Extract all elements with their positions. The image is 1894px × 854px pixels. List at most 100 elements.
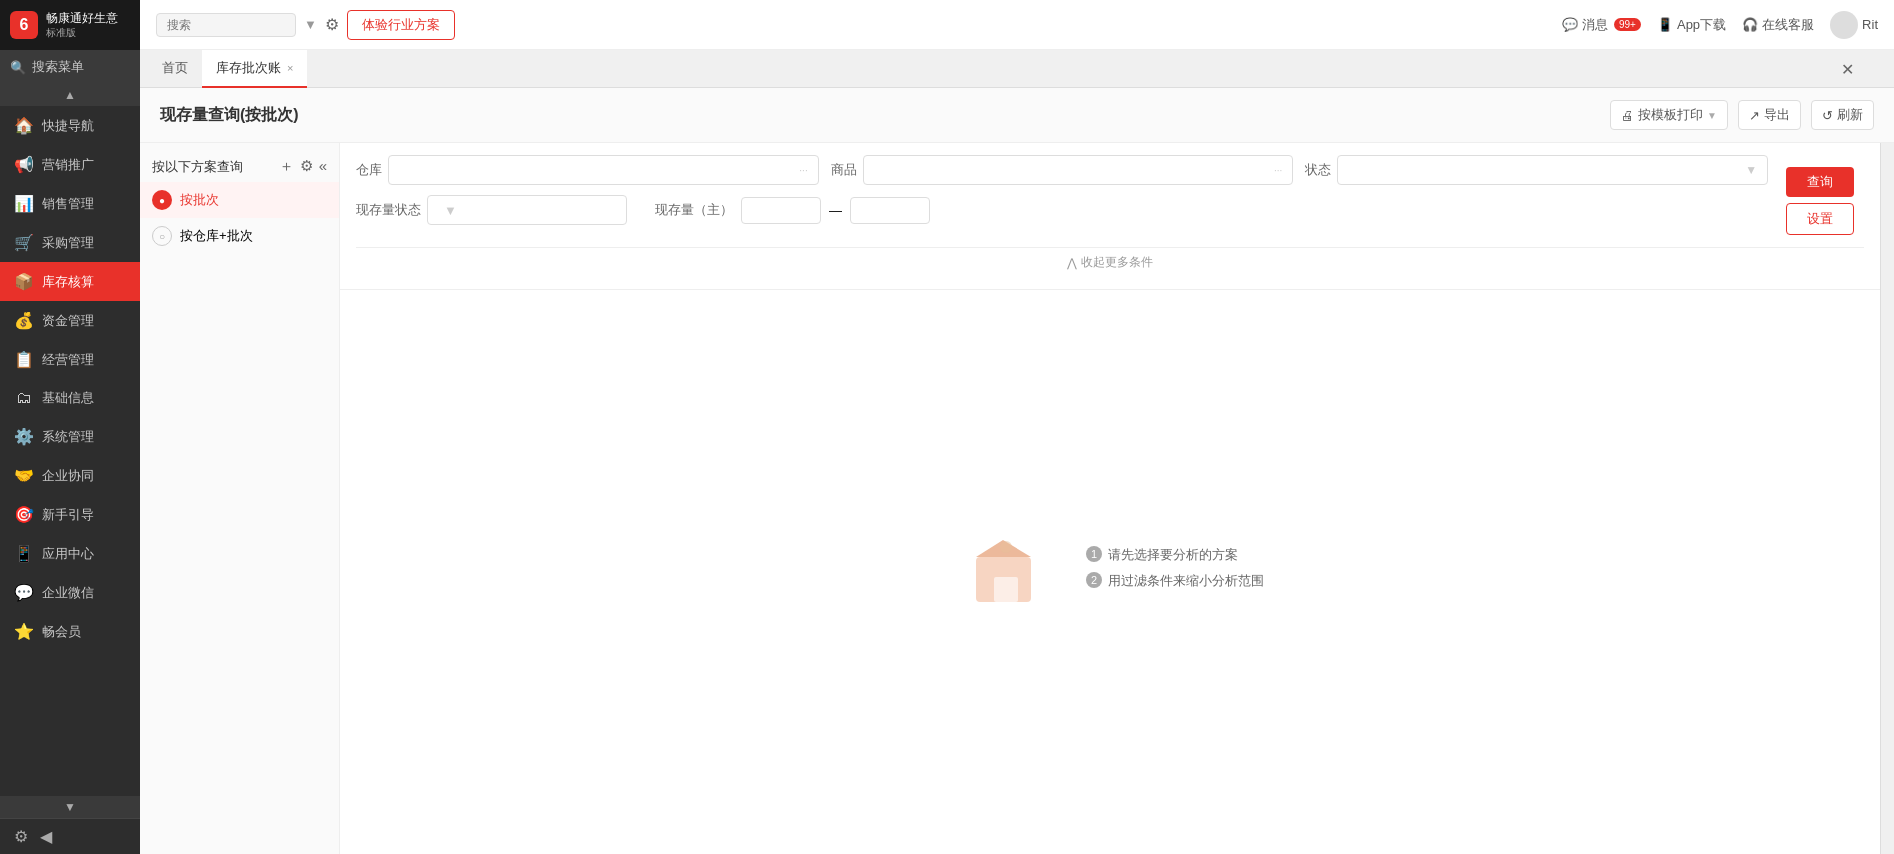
system-icon: ⚙️ <box>14 427 34 446</box>
sidebar-item-newuser[interactable]: 🎯 新手引导 <box>0 495 140 534</box>
tab-close-btn[interactable]: × <box>287 62 293 74</box>
warehouse-label: 仓库 <box>356 161 382 179</box>
user-group[interactable]: Rit <box>1830 11 1878 39</box>
right-scrollbar[interactable] <box>1880 143 1894 854</box>
online-service-group[interactable]: 🎧 在线客服 <box>1742 16 1814 34</box>
status-dropdown-icon[interactable]: ▼ <box>1745 163 1757 177</box>
top-settings-icon[interactable]: ⚙ <box>325 15 339 34</box>
svg-point-3 <box>1000 541 1012 553</box>
export-btn[interactable]: ↗ 导出 <box>1738 100 1801 130</box>
settings-btn[interactable]: 设置 <box>1786 203 1854 235</box>
sidebar-item-sales[interactable]: 📊 销售管理 <box>0 184 140 223</box>
inventory-status-label: 现存量状态 <box>356 201 421 219</box>
sidebar-item-enterprise[interactable]: 🤝 企业协同 <box>0 456 140 495</box>
filter-content-row: 按以下方案查询 ＋ ⚙ « ● 按批次 ○ 按仓库+批次 <box>140 143 1894 854</box>
sidebar-item-member[interactable]: ⭐ 畅会员 <box>0 612 140 651</box>
query-btn[interactable]: 查询 <box>1786 167 1854 197</box>
page-header: 现存量查询(按批次) 🖨 按模板打印 ▼ ↗ 导出 ↺ 刷新 <box>140 88 1894 143</box>
action-buttons: 查询 设置 <box>1776 155 1864 247</box>
inventory-icon: 📦 <box>14 272 34 291</box>
sidebar-item-quick-nav[interactable]: 🏠 快捷导航 <box>0 106 140 145</box>
sidebar-item-marketing[interactable]: 📢 营销推广 <box>0 145 140 184</box>
add-scheme-icon[interactable]: ＋ <box>279 157 294 176</box>
sidebar-item-operations[interactable]: 📋 经营管理 <box>0 340 140 379</box>
scheme-warehouse-batch[interactable]: ○ 按仓库+批次 <box>140 218 339 254</box>
sidebar-item-purchase[interactable]: 🛒 采购管理 <box>0 223 140 262</box>
filter-row-2: 现存量状态 ▼ 现存量（主） <box>356 195 1768 225</box>
sidebar-item-basic[interactable]: 🗂 基础信息 <box>0 379 140 417</box>
marketing-icon: 📢 <box>14 155 34 174</box>
print-dropdown-icon[interactable]: ▼ <box>1707 110 1717 121</box>
top-search-input[interactable] <box>156 13 296 37</box>
empty-tip-1: 1 请先选择要分析的方案 <box>1086 546 1264 564</box>
manage-scheme-icon[interactable]: ⚙ <box>300 157 313 176</box>
refresh-btn[interactable]: ↺ 刷新 <box>1811 100 1874 130</box>
messages-group[interactable]: 💬 消息 99+ <box>1562 16 1641 34</box>
inventory-qty-range: — <box>741 197 930 224</box>
tab-home[interactable]: 首页 <box>148 50 202 88</box>
scheme-batch[interactable]: ● 按批次 <box>140 182 339 218</box>
wechat-icon: 💬 <box>14 583 34 602</box>
sidebar-item-system[interactable]: ⚙️ 系统管理 <box>0 417 140 456</box>
content-area: 现存量查询(按批次) 🖨 按模板打印 ▼ ↗ 导出 ↺ 刷新 <box>140 88 1894 854</box>
svg-rect-2 <box>994 577 1018 602</box>
print-btn[interactable]: 🖨 按模板打印 ▼ <box>1610 100 1728 130</box>
avatar <box>1830 11 1858 39</box>
page-header-actions: 🖨 按模板打印 ▼ ↗ 导出 ↺ 刷新 <box>1610 100 1874 130</box>
top-dropdown-icon[interactable]: ▼ <box>304 17 317 32</box>
app-download-group[interactable]: 📱 App下载 <box>1657 16 1726 34</box>
scheme-batch-icon: ● <box>152 190 172 210</box>
newuser-icon: 🎯 <box>14 505 34 524</box>
main-area: ▼ ⚙ 体验行业方案 💬 消息 99+ 📱 App下载 🎧 在线客服 Rit <box>140 0 1894 854</box>
sidebar-scroll-down[interactable]: ▼ <box>0 796 140 818</box>
quick-nav-icon: 🏠 <box>14 116 34 135</box>
sidebar: 6 畅康通好生意 标准版 🔍 搜索菜单 ▲ 🏠 快捷导航 📢 营销推广 📊 销售… <box>0 0 140 854</box>
tab-inventory-batch[interactable]: 库存批次账 × <box>202 50 307 88</box>
inventory-status-field[interactable]: ▼ <box>427 195 627 225</box>
sidebar-nav: 🏠 快捷导航 📢 营销推广 📊 销售管理 🛒 采购管理 📦 库存核算 💰 资金管… <box>0 106 140 796</box>
close-tab-area-btn[interactable]: ✕ <box>1841 59 1854 78</box>
sidebar-footer: ⚙ ◀ <box>0 818 140 854</box>
inventory-status-arrow: ▼ <box>444 203 457 218</box>
filter-panel-icons: ＋ ⚙ « <box>279 157 327 176</box>
status-field[interactable]: ▼ <box>1337 155 1768 185</box>
sidebar-item-finance[interactable]: 💰 资金管理 <box>0 301 140 340</box>
empty-state: 1 请先选择要分析的方案 2 用过滤条件来缩小分析范围 <box>340 290 1880 854</box>
page-title: 现存量查询(按批次) <box>160 105 299 126</box>
printer-icon: 🖨 <box>1621 108 1634 123</box>
refresh-icon: ↺ <box>1822 108 1833 123</box>
status-label: 状态 <box>1305 161 1331 179</box>
warehouse-dots[interactable]: ··· <box>799 165 807 176</box>
empty-tip-2: 2 用过滤条件来缩小分析范围 <box>1086 572 1264 590</box>
collapse-panel-icon[interactable]: « <box>319 157 327 176</box>
empty-tips: 1 请先选择要分析的方案 2 用过滤条件来缩小分析范围 <box>1086 546 1264 598</box>
sidebar-item-wechat[interactable]: 💬 企业微信 <box>0 573 140 612</box>
member-icon: ⭐ <box>14 622 34 641</box>
product-field[interactable]: ··· <box>863 155 1294 185</box>
apps-icon: 📱 <box>14 544 34 563</box>
settings-footer-icon[interactable]: ⚙ <box>14 827 28 846</box>
inventory-qty-label: 现存量（主） <box>655 201 733 219</box>
search-icon: 🔍 <box>10 60 26 75</box>
inventory-qty-max[interactable] <box>850 197 930 224</box>
operations-icon: 📋 <box>14 350 34 369</box>
sidebar-item-apps[interactable]: 📱 应用中心 <box>0 534 140 573</box>
warehouse-field[interactable]: ··· <box>388 155 819 185</box>
collapse-sidebar-icon[interactable]: ◀ <box>40 827 52 846</box>
headset-icon: 🎧 <box>1742 17 1758 32</box>
sidebar-item-inventory[interactable]: 📦 库存核算 <box>0 262 140 301</box>
tab-bar: 首页 库存批次账 × ✕ <box>140 50 1894 88</box>
purchase-icon: 🛒 <box>14 233 34 252</box>
sidebar-scroll-up[interactable]: ▲ <box>0 84 140 106</box>
experience-btn[interactable]: 体验行业方案 <box>347 10 455 40</box>
product-label: 商品 <box>831 161 857 179</box>
filter-row-1: 仓库 ··· 商品 <box>356 155 1768 185</box>
inventory-qty-min[interactable] <box>741 197 821 224</box>
top-header-left: ▼ ⚙ 体验行业方案 <box>156 10 1550 40</box>
product-dots[interactable]: ··· <box>1274 165 1282 176</box>
basic-icon: 🗂 <box>14 389 34 407</box>
export-icon: ↗ <box>1749 108 1760 123</box>
top-header: ▼ ⚙ 体验行业方案 💬 消息 99+ 📱 App下载 🎧 在线客服 Rit <box>140 0 1894 50</box>
sidebar-search[interactable]: 🔍 搜索菜单 <box>0 50 140 84</box>
collapse-filter-btn[interactable]: ⋀ 收起更多条件 <box>356 247 1864 277</box>
